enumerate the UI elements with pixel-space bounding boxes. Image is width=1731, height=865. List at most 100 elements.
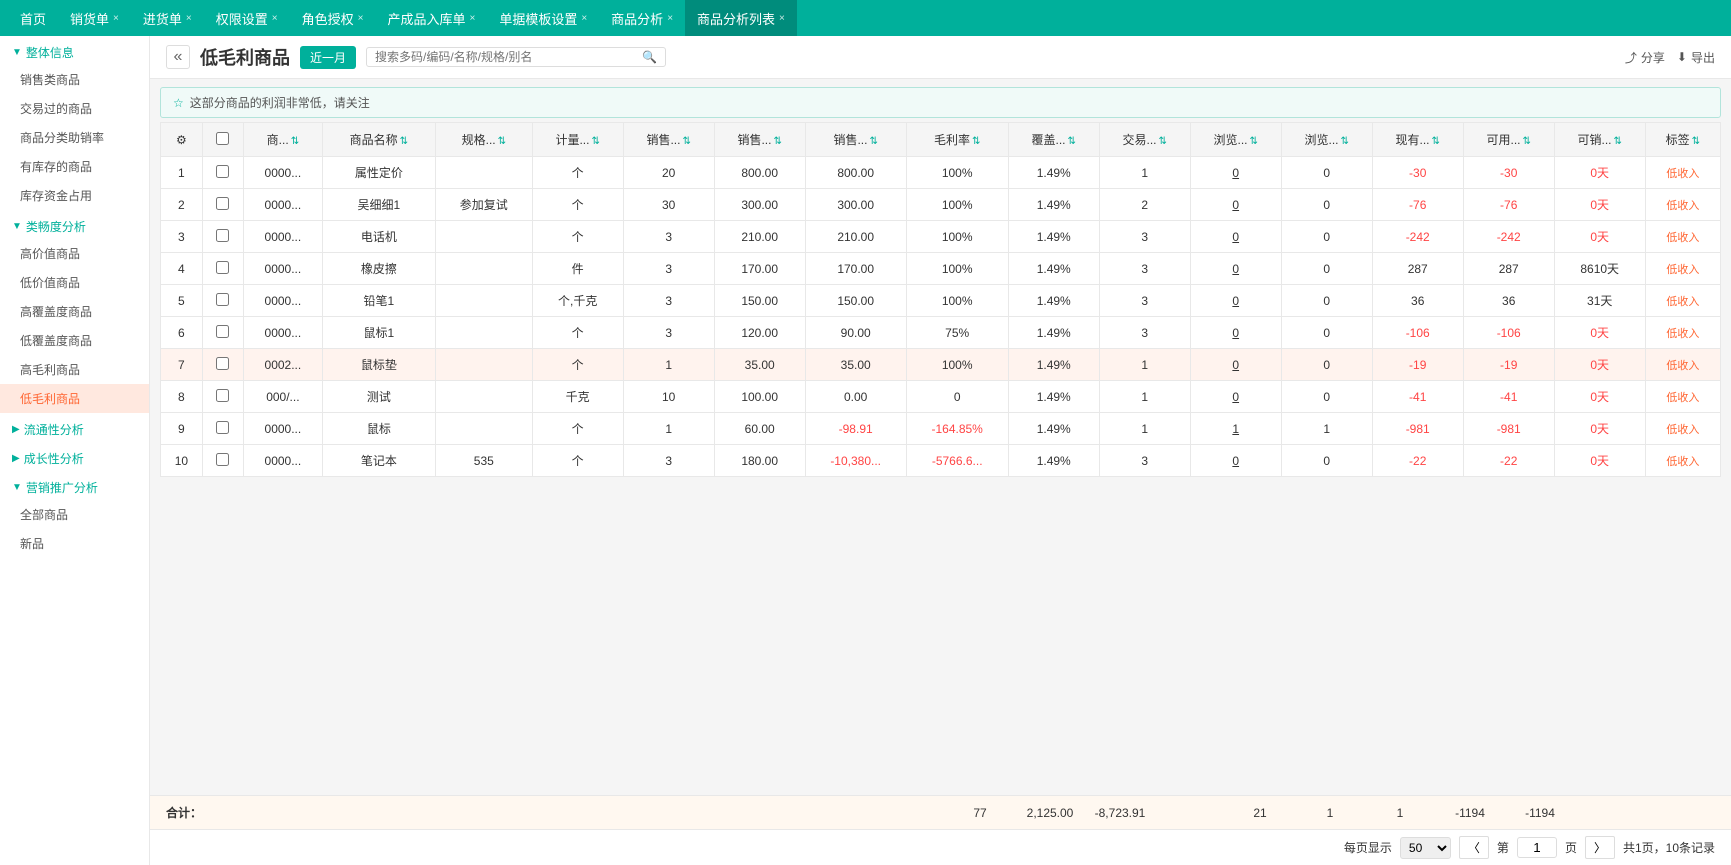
row-checkbox[interactable] — [216, 229, 229, 242]
nav-item-商品分析列表[interactable]: 商品分析列表 × — [685, 0, 797, 36]
row-checkbox[interactable] — [216, 165, 229, 178]
export-button[interactable]: ⬇ 导出 — [1677, 49, 1715, 66]
sidebar-item-高毛利商品[interactable]: 高毛利商品 — [0, 355, 149, 384]
row-checkbox[interactable] — [216, 293, 229, 306]
close-icon[interactable]: × — [581, 13, 587, 24]
sort-icon: ⇅ — [1432, 136, 1440, 147]
sidebar-item-新品[interactable]: 新品 — [0, 529, 149, 558]
sidebar-item-商品分类助销率[interactable]: 商品分类助销率 — [0, 123, 149, 152]
row-checkbox[interactable] — [216, 421, 229, 434]
nav-item-进货单[interactable]: 进货单 × — [131, 0, 204, 36]
cell-name: 橡皮擦 — [322, 253, 435, 285]
nav-item-角色授权[interactable]: 角色授权 × — [290, 0, 376, 36]
sort-icon: ⇅ — [591, 136, 599, 147]
cell-coverage: 1.49% — [1008, 157, 1099, 189]
cell-available: 287 — [1463, 253, 1554, 285]
search-icon[interactable]: 🔍 — [642, 50, 657, 64]
search-input[interactable] — [375, 50, 642, 64]
row-checkbox[interactable] — [216, 357, 229, 370]
table-row: 30000...电话机个3210.00210.00100%1.49%300-24… — [161, 221, 1721, 253]
sidebar-item-交易过的商品[interactable]: 交易过的商品 — [0, 94, 149, 123]
sort-icon: ⇅ — [1614, 136, 1622, 147]
col-header-available: 可用...⇅ — [1463, 123, 1554, 157]
row-checkbox[interactable] — [216, 261, 229, 274]
chevron-icon: ▼ — [12, 221, 22, 232]
nav-item-销货单[interactable]: 销货单 × — [58, 0, 131, 36]
cell-sales_count: 3 — [623, 253, 714, 285]
cell-sellable: 0天 — [1554, 349, 1645, 381]
nav-item-单据模板设置[interactable]: 单据模板设置 × — [487, 0, 599, 36]
sidebar-group-类畅度分析[interactable]: ▼类畅度分析 — [0, 210, 149, 239]
cell-checkbox — [202, 381, 243, 413]
close-icon[interactable]: × — [779, 13, 785, 24]
sidebar-item-全部商品[interactable]: 全部商品 — [0, 500, 149, 529]
nav-item-首页[interactable]: 首页 — [8, 0, 58, 36]
cell-current: -242 — [1372, 221, 1463, 253]
cell-coverage: 1.49% — [1008, 317, 1099, 349]
close-icon[interactable]: × — [186, 13, 192, 24]
sidebar-group-成长性分析[interactable]: ▶成长性分析 — [0, 442, 149, 471]
sidebar-item-销售类商品[interactable]: 销售类商品 — [0, 65, 149, 94]
cell-gross_rate: 100% — [906, 157, 1008, 189]
nav-item-产成品入库单[interactable]: 产成品入库单 × — [375, 0, 487, 36]
share-button[interactable]: ⤴ 分享 — [1625, 49, 1665, 66]
close-icon[interactable]: × — [113, 13, 119, 24]
settings-icon[interactable]: ⚙ — [176, 133, 187, 147]
sidebar-item-低覆盖度商品[interactable]: 低覆盖度商品 — [0, 326, 149, 355]
cell-gross_rate: 100% — [906, 189, 1008, 221]
nav-item-权限设置[interactable]: 权限设置 × — [204, 0, 290, 36]
nav-item-商品分析[interactable]: 商品分析 × — [599, 0, 685, 36]
cell-tag: 低收入 — [1645, 285, 1720, 317]
cell-views2: 0 — [1281, 285, 1372, 317]
cell-coverage: 1.49% — [1008, 221, 1099, 253]
per-page-select[interactable]: 50 100 — [1400, 837, 1451, 859]
sort-icon: ⇅ — [1068, 136, 1076, 147]
chevron-icon: ▼ — [12, 482, 22, 493]
sort-icon: ⇅ — [1250, 136, 1258, 147]
period-button[interactable]: 近一月 — [300, 46, 356, 69]
cell-sales_count: 10 — [623, 381, 714, 413]
sidebar-item-有库存的商品[interactable]: 有库存的商品 — [0, 152, 149, 181]
table-row: 10000...属性定价个20800.00800.00100%1.49%100-… — [161, 157, 1721, 189]
close-icon[interactable]: × — [272, 13, 278, 24]
close-icon[interactable]: × — [469, 13, 475, 24]
close-icon[interactable]: × — [667, 13, 673, 24]
sidebar-group-流通性分析[interactable]: ▶流通性分析 — [0, 413, 149, 442]
row-checkbox[interactable] — [216, 197, 229, 210]
cell-checkbox — [202, 189, 243, 221]
next-page-button[interactable]: 〉 — [1585, 836, 1615, 859]
cell-code: 0000... — [243, 445, 322, 477]
row-checkbox[interactable] — [216, 389, 229, 402]
collapse-sidebar-button[interactable]: « — [166, 45, 190, 69]
sidebar-item-高价值商品[interactable]: 高价值商品 — [0, 239, 149, 268]
cell-views1: 0 — [1190, 381, 1281, 413]
cell-sales_count: 3 — [623, 317, 714, 349]
chevron-icon: ▶ — [12, 453, 20, 464]
cell-spec — [435, 253, 532, 285]
cell-sellable: 0天 — [1554, 157, 1645, 189]
data-table: ⚙商...⇅商品名称⇅规格...⇅计量...⇅销售...⇅销售...⇅销售...… — [160, 122, 1721, 477]
page-input[interactable] — [1517, 837, 1557, 858]
sidebar-item-高覆盖度商品[interactable]: 高覆盖度商品 — [0, 297, 149, 326]
row-checkbox[interactable] — [216, 453, 229, 466]
cell-current: -30 — [1372, 157, 1463, 189]
cell-gross_rate: -5766.6... — [906, 445, 1008, 477]
footer-cells: 772,125.00-8,723.912111-1194-1194 — [222, 806, 1715, 820]
sidebar-item-库存资金占用[interactable]: 库存资金占用 — [0, 181, 149, 210]
cell-tag: 低收入 — [1645, 253, 1720, 285]
sidebar-group-营销推广分析[interactable]: ▼营销推广分析 — [0, 471, 149, 500]
sidebar-item-低价值商品[interactable]: 低价值商品 — [0, 268, 149, 297]
sidebar-group-整体信息[interactable]: ▼整体信息 — [0, 36, 149, 65]
close-icon[interactable]: × — [358, 13, 364, 24]
select-all-checkbox[interactable] — [216, 132, 229, 145]
col-header-checkbox[interactable] — [202, 123, 243, 157]
cell-no: 7 — [161, 349, 203, 381]
sort-icon: ⇅ — [291, 136, 299, 147]
prev-page-button[interactable]: 〈 — [1459, 836, 1489, 859]
cell-sales_amount: -98.91 — [805, 413, 906, 445]
sidebar-item-低毛利商品[interactable]: 低毛利商品 — [0, 384, 149, 413]
cell-name: 鼠标垫 — [322, 349, 435, 381]
cell-transactions: 3 — [1099, 253, 1190, 285]
row-checkbox[interactable] — [216, 325, 229, 338]
cell-name: 属性定价 — [322, 157, 435, 189]
